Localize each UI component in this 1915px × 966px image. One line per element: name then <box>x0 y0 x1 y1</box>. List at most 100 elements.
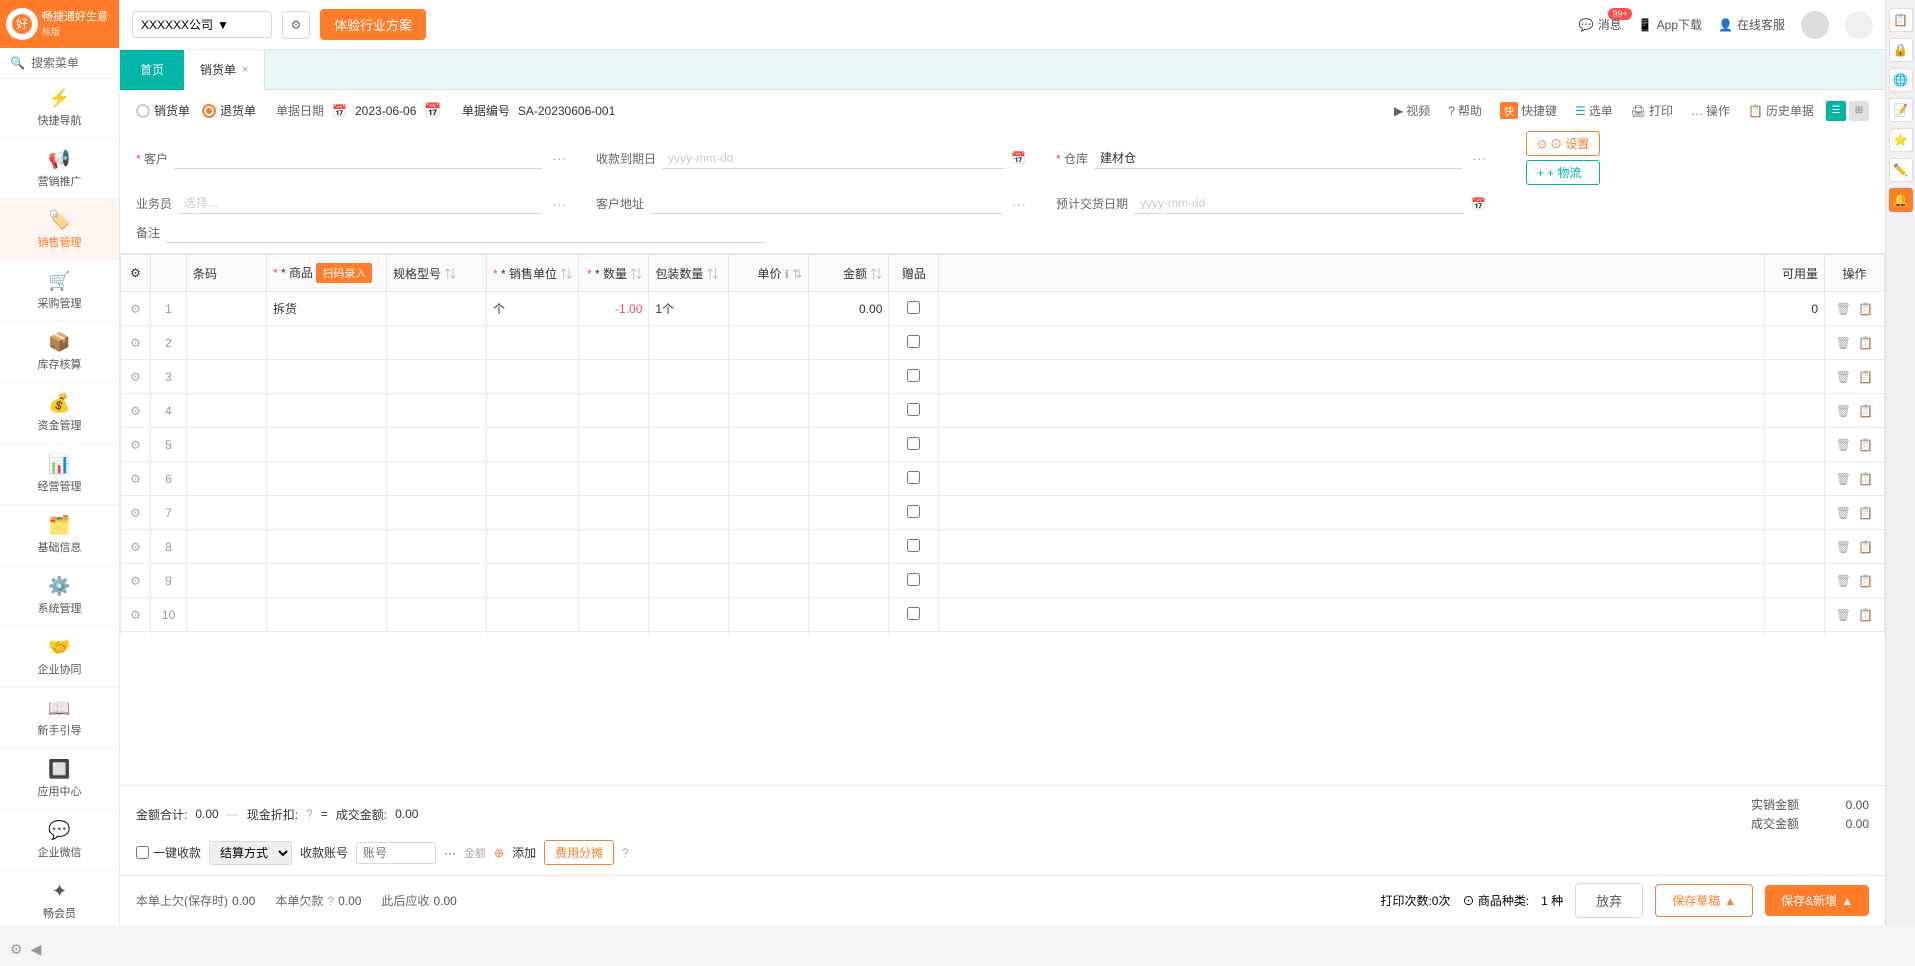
help-btn[interactable]: ? 帮助 <box>1442 100 1488 121</box>
row-price[interactable] <box>729 496 809 530</box>
settings-btn[interactable]: ⊙ ⊙ 设置 <box>1526 131 1600 156</box>
tab-sale-order[interactable]: 销货单 × <box>184 50 265 90</box>
row-amount[interactable] <box>809 496 889 530</box>
row-unit[interactable] <box>487 564 579 598</box>
row-price[interactable] <box>729 360 809 394</box>
trial-button[interactable]: 体验行业方案 <box>320 9 426 40</box>
radio-sale[interactable]: 销货单 <box>136 102 190 119</box>
sidebar-item-quicknav[interactable]: ⚡ 快捷导航 <box>0 78 119 139</box>
unit-sort-icon[interactable]: ⇅ <box>560 267 572 281</box>
expected-calendar-icon[interactable]: 📅 <box>1471 197 1486 211</box>
salesman-input[interactable] <box>178 193 542 214</box>
row-pkg[interactable] <box>649 564 729 598</box>
shortcut-btn[interactable]: 快 快捷键 <box>1494 100 1563 121</box>
row-spec[interactable] <box>387 564 487 598</box>
row-amount[interactable]: 0.00 <box>809 292 889 326</box>
row-copy-icon[interactable]: 📋 <box>1858 336 1873 350</box>
row-pkg[interactable] <box>649 462 729 496</box>
right-panel-icon-1[interactable]: 📋 <box>1889 8 1913 32</box>
calc-method-select[interactable]: 结算方式 <box>209 841 292 865</box>
row-qty[interactable] <box>579 564 649 598</box>
row-product[interactable] <box>267 598 387 632</box>
row-pkg[interactable] <box>649 632 729 635</box>
sidebar-item-inventory[interactable]: 📦 库存核算 <box>0 322 119 383</box>
row-product[interactable]: 拆货 <box>267 292 387 326</box>
row-spec[interactable] <box>387 632 487 635</box>
collapse-icon[interactable]: ◀ <box>31 941 42 958</box>
row-barcode[interactable] <box>187 530 267 564</box>
row-pkg[interactable] <box>649 496 729 530</box>
row-product[interactable] <box>267 496 387 530</box>
account-input[interactable] <box>356 842 436 864</box>
row-delete-icon[interactable]: 🗑 <box>1836 472 1851 486</box>
remark-input[interactable] <box>166 222 766 243</box>
row-qty[interactable] <box>579 360 649 394</box>
row-spec[interactable] <box>387 530 487 564</box>
amount-sort-icon[interactable]: ⇅ <box>870 267 882 281</box>
row-delete-icon[interactable]: 🗑 <box>1836 506 1851 520</box>
row-price[interactable] <box>729 292 809 326</box>
row-amount[interactable] <box>809 428 889 462</box>
row-price[interactable] <box>729 428 809 462</box>
row-price[interactable] <box>729 632 809 635</box>
row-gift[interactable] <box>889 530 939 564</box>
online-service-button[interactable]: 👤 在线客服 <box>1718 16 1785 33</box>
warehouse-input[interactable] <box>1094 148 1462 169</box>
table-container[interactable]: ⚙ 条码 * * 商品 扫码录入 规格型号 <box>120 254 1885 634</box>
row-spec[interactable] <box>387 360 487 394</box>
row-qty[interactable] <box>579 326 649 360</box>
row-pkg[interactable] <box>649 394 729 428</box>
row-pkg[interactable] <box>649 360 729 394</box>
row-pkg[interactable] <box>649 326 729 360</box>
row-barcode[interactable] <box>187 632 267 635</box>
row-gift[interactable] <box>889 360 939 394</box>
row-amount[interactable] <box>809 564 889 598</box>
row-qty[interactable]: -1.00 <box>579 292 649 326</box>
row-settings[interactable]: ⚙ <box>121 632 151 635</box>
right-panel-icon-3[interactable]: 🌐 <box>1889 68 1913 92</box>
row-barcode[interactable] <box>187 428 267 462</box>
row-qty[interactable] <box>579 428 649 462</box>
row-barcode[interactable] <box>187 462 267 496</box>
row-gift[interactable] <box>889 632 939 635</box>
sidebar-item-finance[interactable]: 💰 资金管理 <box>0 383 119 444</box>
row-unit[interactable]: 个 <box>487 292 579 326</box>
sidebar-item-enterprise[interactable]: 🤝 企业协同 <box>0 627 119 688</box>
row-barcode[interactable] <box>187 394 267 428</box>
row-barcode[interactable] <box>187 564 267 598</box>
row-pkg[interactable] <box>649 530 729 564</box>
row-price[interactable] <box>729 530 809 564</box>
row-amount[interactable] <box>809 598 889 632</box>
row-amount[interactable] <box>809 360 889 394</box>
row-amount[interactable] <box>809 632 889 635</box>
row-product[interactable] <box>267 394 387 428</box>
row-spec[interactable] <box>387 598 487 632</box>
sidebar-item-search[interactable]: 🔍 搜索菜单 <box>0 48 119 78</box>
save-new-button[interactable]: 保存&新增 ▲ <box>1765 885 1869 916</box>
row-unit[interactable] <box>487 360 579 394</box>
row-delete-icon[interactable]: 🗑 <box>1836 574 1851 588</box>
row-price[interactable] <box>729 326 809 360</box>
row-settings[interactable]: ⚙ <box>121 428 151 462</box>
row-copy-icon[interactable]: 📋 <box>1858 506 1873 520</box>
one-click-collect-checkbox[interactable]: 一键收款 <box>136 844 201 861</box>
row-spec[interactable] <box>387 292 487 326</box>
row-pkg[interactable]: 1个 <box>649 292 729 326</box>
row-spec[interactable] <box>387 496 487 530</box>
row-spec[interactable] <box>387 326 487 360</box>
row-unit[interactable] <box>487 598 579 632</box>
row-settings[interactable]: ⚙ <box>121 394 151 428</box>
sidebar-item-guide[interactable]: 📖 新手引导 <box>0 688 119 749</box>
row-settings[interactable]: ⚙ <box>121 530 151 564</box>
row-gift[interactable] <box>889 496 939 530</box>
row-unit[interactable] <box>487 632 579 635</box>
row-spec[interactable] <box>387 428 487 462</box>
row-product[interactable] <box>267 428 387 462</box>
row-barcode[interactable] <box>187 360 267 394</box>
row-delete-icon[interactable]: 🗑 <box>1836 336 1851 350</box>
row-copy-icon[interactable]: 📋 <box>1858 302 1873 316</box>
row-unit[interactable] <box>487 496 579 530</box>
row-price[interactable] <box>729 462 809 496</box>
row-product[interactable] <box>267 326 387 360</box>
row-barcode[interactable] <box>187 292 267 326</box>
